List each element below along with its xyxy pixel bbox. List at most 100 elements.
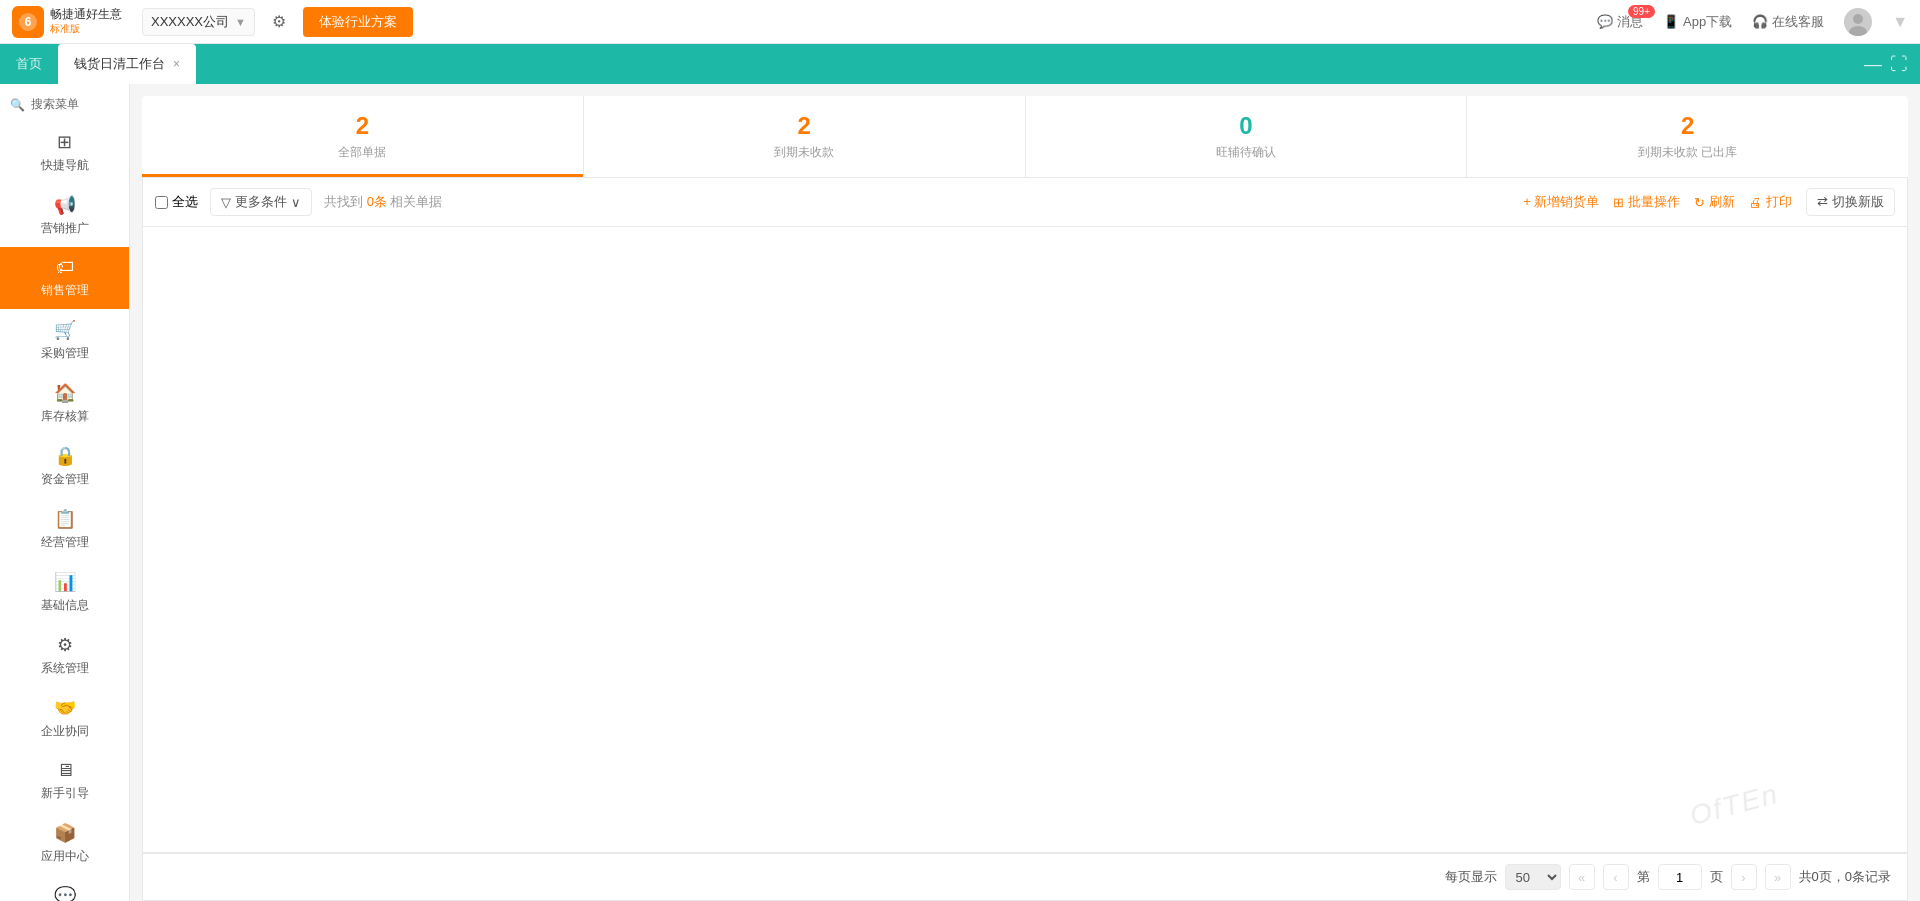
batch-op-button[interactable]: ⊞ 批量操作 [1613, 193, 1680, 211]
tab-bar: 首页 钱货日清工作台 × — ⛶ [0, 44, 1920, 84]
service-icon: 🎧 [1752, 14, 1768, 29]
sidebar-item-purchase[interactable]: 🛒 采购管理 [0, 309, 129, 372]
company-selector[interactable]: XXXXXX公司 ▼ [142, 8, 255, 36]
sidebar-label-operations: 经营管理 [41, 534, 89, 551]
sidebar-label-system: 系统管理 [41, 660, 89, 677]
sidebar-label-marketing: 营销推广 [41, 220, 89, 237]
sidebar-item-finance[interactable]: 🔒 资金管理 [0, 435, 129, 498]
inventory-icon: 🏠 [54, 382, 76, 404]
svg-text:6: 6 [25, 15, 32, 29]
sidebar-label-basic-info: 基础信息 [41, 597, 89, 614]
sidebar-item-system[interactable]: ⚙ 系统管理 [0, 624, 129, 687]
print-button[interactable]: 🖨 打印 [1749, 193, 1792, 211]
main-layout: 🔍 搜索菜单 ⊞ 快捷导航 📢 营销推广 🏷 销售管理 🛒 采购管理 🏠 库存核… [0, 84, 1920, 901]
stat-overdue-unpaid[interactable]: 2 到期未收款 [584, 96, 1026, 177]
avatar[interactable] [1844, 8, 1872, 36]
header-right: 💬 消息 99+ 📱 App下载 🎧 在线客服 ▼ [1597, 8, 1908, 36]
trial-button[interactable]: 体验行业方案 [303, 7, 413, 37]
sidebar-label-cooperation: 企业协同 [41, 723, 89, 740]
toolbar: 全选 ▽ 更多条件 ∨ 共找到 0条 相关单据 + 新增销货单 ⊞ 批量操作 ↻… [142, 178, 1908, 227]
sidebar-item-sales[interactable]: 🏷 销售管理 [0, 247, 129, 309]
sidebar-item-quick-nav[interactable]: ⊞ 快捷导航 [0, 121, 129, 184]
chevron-down-icon: ▼ [235, 16, 246, 28]
sidebar-item-inventory[interactable]: 🏠 库存核算 [0, 372, 129, 435]
select-all-area[interactable]: 全选 [155, 193, 198, 211]
app-center-icon: 📦 [54, 822, 76, 844]
stat-overdue-unshipped-count: 2 [1487, 112, 1888, 140]
stat-overdue-unshipped[interactable]: 2 到期未收款 已出库 [1467, 96, 1908, 177]
content-area: 2 全部单据 2 到期未收款 0 旺辅待确认 2 到期未收款 已出库 全选 [130, 84, 1920, 901]
sidebar-item-app-center[interactable]: 📦 应用中心 [0, 812, 129, 875]
stat-pending-confirm[interactable]: 0 旺辅待确认 [1026, 96, 1468, 177]
sidebar-item-operations[interactable]: 📋 经营管理 [0, 498, 129, 561]
stat-overdue-unshipped-label: 到期未收款 已出库 [1487, 144, 1888, 161]
select-all-label: 全选 [172, 193, 198, 211]
sidebar-item-guide[interactable]: 🖥 新手引导 [0, 750, 129, 812]
filter-label: 更多条件 [235, 193, 287, 211]
per-page-select[interactable]: 50 10 20 100 [1505, 864, 1561, 890]
wechat-icon: 💬 [54, 885, 76, 901]
prev-page-button[interactable]: ‹ [1603, 864, 1629, 890]
found-count: 0条 [367, 194, 387, 209]
select-all-checkbox[interactable] [155, 196, 168, 209]
online-service-label: 在线客服 [1772, 13, 1824, 31]
top-header: 6 畅捷通好生意 标准版 XXXXXX公司 ▼ ⚙ 体验行业方案 💬 消息 99… [0, 0, 1920, 44]
sidebar-label-app-center: 应用中心 [41, 848, 89, 865]
chevron-filter-icon: ∨ [291, 195, 301, 210]
basic-info-icon: 📊 [54, 571, 76, 593]
tab-home-label: 首页 [16, 55, 42, 73]
marketing-icon: 📢 [54, 194, 76, 216]
tab-minimize-button[interactable]: — [1864, 54, 1882, 75]
app-download-label: App下载 [1683, 13, 1732, 31]
last-page-button[interactable]: » [1765, 864, 1791, 890]
next-page-button[interactable]: › [1731, 864, 1757, 890]
sidebar: 🔍 搜索菜单 ⊞ 快捷导航 📢 营销推广 🏷 销售管理 🛒 采购管理 🏠 库存核… [0, 84, 130, 901]
sidebar-label-purchase: 采购管理 [41, 345, 89, 362]
system-icon: ⚙ [57, 634, 73, 656]
purchase-icon: 🛒 [54, 319, 76, 341]
toolbar-right: + 新增销货单 ⊞ 批量操作 ↻ 刷新 🖨 打印 ⇄ 切换新版 [1523, 188, 1895, 216]
settings-button[interactable]: ⚙ [263, 6, 295, 38]
first-page-button[interactable]: « [1569, 864, 1595, 890]
print-icon: 🖨 [1749, 195, 1762, 210]
sidebar-item-cooperation[interactable]: 🤝 企业协同 [0, 687, 129, 750]
filter-button[interactable]: ▽ 更多条件 ∨ [210, 188, 312, 216]
pagination: 每页显示 50 10 20 100 « ‹ 第 页 › » 共0页，0条记录 [142, 853, 1908, 901]
stat-all-orders[interactable]: 2 全部单据 [142, 96, 584, 177]
switch-version-button[interactable]: ⇄ 切换新版 [1806, 188, 1895, 216]
sidebar-item-basic-info[interactable]: 📊 基础信息 [0, 561, 129, 624]
switch-label: 切换新版 [1832, 194, 1884, 209]
page-suffix: 页 [1710, 868, 1723, 886]
sidebar-label-inventory: 库存核算 [41, 408, 89, 425]
add-order-button[interactable]: + 新增销货单 [1523, 193, 1599, 211]
print-label: 打印 [1766, 193, 1792, 211]
sidebar-item-wechat[interactable]: 💬 企业微信 [0, 875, 129, 901]
cooperation-icon: 🤝 [54, 697, 76, 719]
found-text: 共找到 0条 相关单据 [324, 193, 442, 211]
stat-overdue-unpaid-count: 2 [604, 112, 1005, 140]
sidebar-search[interactable]: 🔍 搜索菜单 [0, 88, 129, 121]
messages-badge: 99+ [1628, 5, 1655, 18]
online-service-button[interactable]: 🎧 在线客服 [1752, 13, 1824, 31]
tab-home[interactable]: 首页 [0, 44, 58, 84]
sidebar-label-quick-nav: 快捷导航 [41, 157, 89, 174]
tab-maximize-button[interactable]: ⛶ [1890, 54, 1908, 75]
tab-bar-right: — ⛶ [1864, 54, 1920, 75]
logo-area: 6 畅捷通好生意 标准版 [12, 6, 142, 38]
message-icon: 💬 [1597, 14, 1613, 29]
sidebar-item-marketing[interactable]: 📢 营销推广 [0, 184, 129, 247]
refresh-button[interactable]: ↻ 刷新 [1694, 193, 1735, 211]
user-name[interactable]: ▼ [1892, 13, 1908, 31]
stat-all-orders-count: 2 [162, 112, 563, 140]
sales-icon: 🏷 [56, 257, 74, 278]
page-input[interactable] [1658, 864, 1702, 890]
tab-workbench[interactable]: 钱货日清工作台 × [58, 44, 196, 84]
tab-close-icon[interactable]: × [173, 57, 180, 71]
app-name: 畅捷通好生意 [50, 7, 122, 23]
sidebar-label-sales: 销售管理 [41, 282, 89, 299]
app-download-button[interactable]: 📱 App下载 [1663, 13, 1732, 31]
messages-button[interactable]: 💬 消息 99+ [1597, 13, 1643, 31]
stats-bar: 2 全部单据 2 到期未收款 0 旺辅待确认 2 到期未收款 已出库 [142, 96, 1908, 178]
stat-all-orders-label: 全部单据 [162, 144, 563, 161]
app-tag: 标准版 [50, 22, 122, 36]
